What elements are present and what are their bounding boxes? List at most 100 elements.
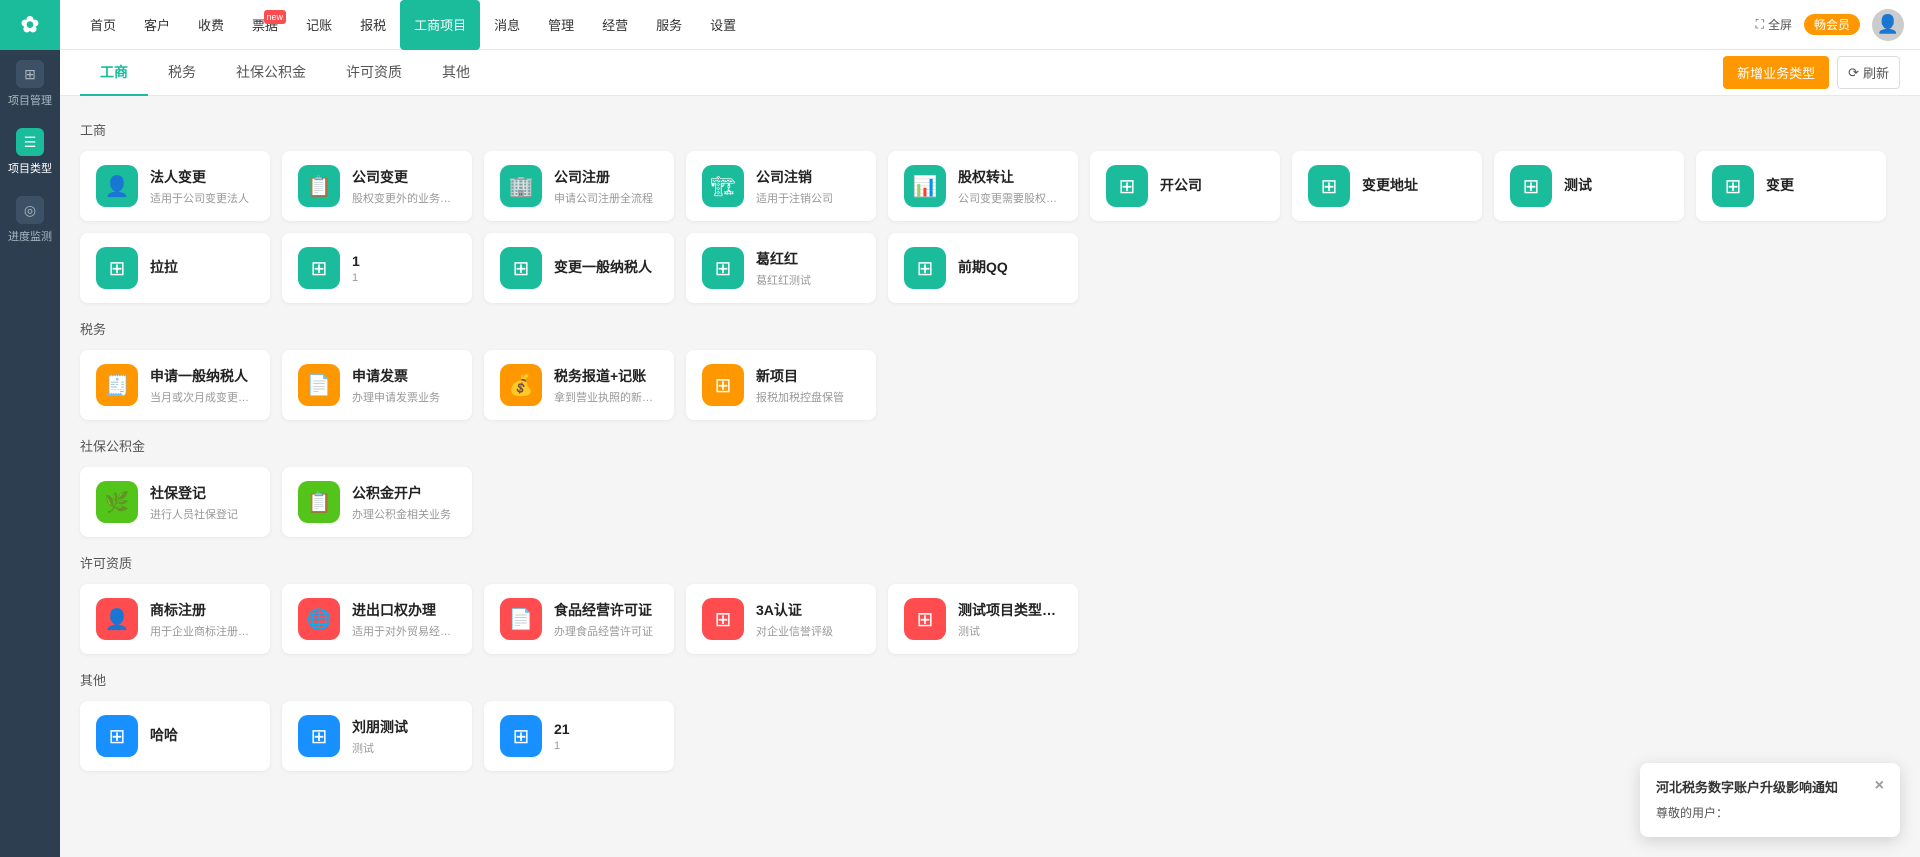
tab-biz[interactable]: 工商 [80,50,148,96]
nav-invoice[interactable]: 票据 new [238,0,292,50]
sidebar-item-project-type[interactable]: ☰ 项目类型 [0,118,60,186]
card-desc: 股权变更外的业务变更 [352,190,456,206]
card-icon-tax-report: 💰 [500,364,542,406]
card-title: 哈哈 [150,725,254,745]
topnav-right: ⛶ 全屏 畅会员 👤 [1756,9,1904,41]
card-open-company[interactable]: ⊞ 开公司 [1090,151,1280,221]
card-icon-company-change: 📋 [298,165,340,207]
card-title: 1 [352,253,456,269]
progress-icon: ◎ [16,196,44,224]
nav-tax[interactable]: 报税 [346,0,400,50]
card-3a-cert[interactable]: ⊞ 3A认证 对企业信誉评级 [686,584,876,654]
card-one[interactable]: ⊞ 1 1 [282,233,472,303]
biz-cards-grid: 👤 法人变更 适用于公司变更法人 📋 公司变更 股权变更外的业务变更 🏢 [80,151,1900,303]
sidebar-item-progress[interactable]: ◎ 进度监测 [0,186,60,254]
card-desc: 进行人员社保登记 [150,506,254,522]
card-equity-transfer[interactable]: 📊 股权转让 公司变更需要股权转让 [888,151,1078,221]
sidebar-item-label: 进度监测 [8,228,52,244]
card-icon-fund-account: 📋 [298,481,340,523]
card-fund-account[interactable]: 📋 公积金开户 办理公积金相关业务 [282,467,472,537]
card-title: 食品经营许可证 [554,600,658,620]
card-title: 变更 [1766,175,1870,195]
card-title: 刘朋测试 [352,717,456,737]
card-icon-one: ⊞ [298,247,340,289]
card-test[interactable]: ⊞ 测试 [1494,151,1684,221]
notify-content: 尊敬的用户： [1656,804,1884,823]
nav-message[interactable]: 消息 [480,0,534,50]
card-title: 变更地址 [1362,175,1466,195]
card-new-project[interactable]: ⊞ 新项目 报税加税控盘保管 [686,350,876,420]
tab-social[interactable]: 社保公积金 [216,50,326,96]
card-twentyone[interactable]: ⊞ 21 1 [484,701,674,771]
card-desc: 1 [554,740,658,752]
card-import-export[interactable]: 🌐 进出口权办理 适用于对外贸易经营者 [282,584,472,654]
notify-close-button[interactable]: × [1875,778,1884,794]
card-apply-invoice[interactable]: 📄 申请发票 办理申请发票业务 [282,350,472,420]
card-icon-social-reg: 🌿 [96,481,138,523]
tab-license[interactable]: 许可资质 [326,50,422,96]
fullscreen-btn[interactable]: ⛶ 全屏 [1756,16,1792,33]
nav-manage[interactable]: 管理 [534,0,588,50]
nav-bizproject[interactable]: 工商项目 [400,0,480,50]
sidebar-item-label: 项目类型 [8,160,52,176]
card-change[interactable]: ⊞ 变更 [1696,151,1886,221]
card-title: 21 [554,721,658,737]
refresh-button[interactable]: ⟳ 刷新 [1837,56,1900,89]
card-haha[interactable]: ⊞ 哈哈 [80,701,270,771]
nav-operation[interactable]: 经营 [588,0,642,50]
card-icon-trademark: 👤 [96,598,138,640]
card-qianqi[interactable]: ⊞ 前期QQ [888,233,1078,303]
nav-settings[interactable]: 设置 [696,0,750,50]
card-apply-taxpayer[interactable]: 🧾 申请一般纳税人 当月或次月成变更完成 [80,350,270,420]
notification-popup: 河北税务数字账户升级影响通知 × 尊敬的用户： [1640,763,1900,837]
card-title: 公积金开户 [352,483,456,503]
add-type-button[interactable]: 新增业务类型 [1723,56,1829,89]
tab-other[interactable]: 其他 [422,50,490,96]
card-icon-change: ⊞ [1712,165,1754,207]
card-tax-report[interactable]: 💰 税务报道+记账 拿到营业执照的新公司 [484,350,674,420]
card-social-reg[interactable]: 🌿 社保登记 进行人员社保登记 [80,467,270,537]
sub-tabs: 工商 税务 社保公积金 许可资质 其他 新增业务类型 ⟳ 刷新 [60,50,1920,96]
vip-button[interactable]: 畅会员 [1804,14,1860,35]
nav-customer[interactable]: 客户 [130,0,184,50]
card-desc: 申请公司注册全流程 [554,190,658,206]
card-change-taxpayer[interactable]: ⊞ 变更一般纳税人 [484,233,674,303]
card-company-cancel[interactable]: 🏗 公司注销 适用于注销公司 [686,151,876,221]
fullscreen-icon: ⛶ [1756,17,1764,32]
card-title: 公司注册 [554,167,658,187]
section-title-biz: 工商 [80,120,1900,139]
avatar[interactable]: 👤 [1872,9,1904,41]
card-liupeng[interactable]: ⊞ 刘朋测试 测试 [282,701,472,771]
notify-title: 河北税务数字账户升级影响通知 [1656,777,1838,796]
card-icon-lala: ⊞ [96,247,138,289]
card-title: 进出口权办理 [352,600,456,620]
sub-tabs-actions: 新增业务类型 ⟳ 刷新 [1723,56,1900,89]
card-trademark[interactable]: 👤 商标注册 用于企业商标注册服务 [80,584,270,654]
nav-home[interactable]: 首页 [76,0,130,50]
sidebar-item-project-mgmt[interactable]: ⊞ 项目管理 [0,50,60,118]
card-title: 股权转让 [958,167,1062,187]
card-food-license[interactable]: 📄 食品经营许可证 办理食品经营许可证 [484,584,674,654]
card-company-reg[interactable]: 🏢 公司注册 申请公司注册全流程 [484,151,674,221]
card-company-change[interactable]: 📋 公司变更 股权变更外的业务变更 [282,151,472,221]
card-title: 前期QQ [958,257,1062,277]
card-mohong[interactable]: ⊞ 葛红红 葛红红测试 [686,233,876,303]
card-icon-open-company: ⊞ [1106,165,1148,207]
card-icon-test-type: ⊞ [904,598,946,640]
card-lala[interactable]: ⊞ 拉拉 [80,233,270,303]
card-change-address[interactable]: ⊞ 变更地址 [1292,151,1482,221]
card-legal-change[interactable]: 👤 法人变更 适用于公司变更法人 [80,151,270,221]
social-cards-grid: 🌿 社保登记 进行人员社保登记 📋 公积金开户 办理公积金相关业务 [80,467,1900,537]
card-title: 测试项目类型自定义 [958,600,1062,620]
nav-service[interactable]: 服务 [642,0,696,50]
nav-billing[interactable]: 收费 [184,0,238,50]
card-icon-food-license: 📄 [500,598,542,640]
card-icon-liupeng: ⊞ [298,715,340,757]
tab-tax[interactable]: 税务 [148,50,216,96]
card-test-type[interactable]: ⊞ 测试项目类型自定义 测试 [888,584,1078,654]
app-logo[interactable]: ✿ [0,0,60,50]
sidebar-item-label: 项目管理 [8,92,52,108]
card-icon-change-address: ⊞ [1308,165,1350,207]
nav-accounting[interactable]: 记账 [292,0,346,50]
section-title-tax: 税务 [80,319,1900,338]
